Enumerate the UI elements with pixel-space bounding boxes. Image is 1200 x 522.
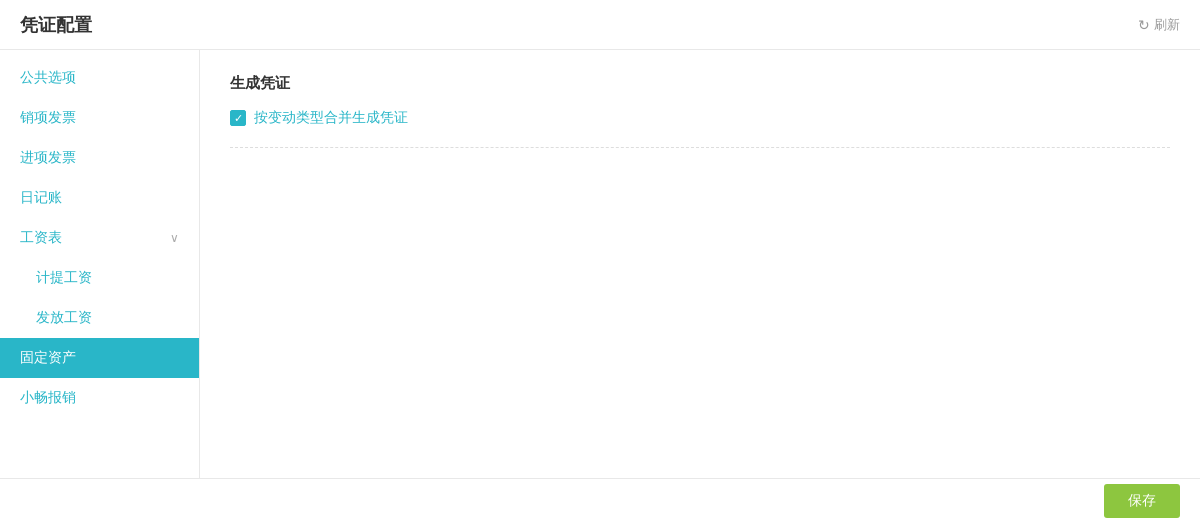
page-title: 凭证配置 — [20, 13, 92, 37]
sidebar-item-label: 公共选项 — [20, 69, 76, 87]
sidebar-item-payroll-table[interactable]: 工资表 ∨ — [0, 218, 199, 258]
sidebar-item-sales-invoice[interactable]: 销项发票 — [0, 98, 199, 138]
main-container: 公共选项 销项发票 进项发票 日记账 工资表 ∨ 计提工资 发放工资 固定资产 … — [0, 50, 1200, 478]
merge-checkbox[interactable] — [230, 110, 246, 126]
chevron-down-icon: ∨ — [170, 231, 179, 245]
sidebar: 公共选项 销项发票 进项发票 日记账 工资表 ∨ 计提工资 发放工资 固定资产 … — [0, 50, 200, 478]
section-divider — [230, 147, 1170, 148]
sidebar-item-journal[interactable]: 日记账 — [0, 178, 199, 218]
sidebar-item-pay-wages[interactable]: 发放工资 — [0, 298, 199, 338]
sidebar-item-label: 固定资产 — [20, 349, 76, 367]
refresh-label: 刷新 — [1154, 16, 1180, 34]
sidebar-item-fixed-assets[interactable]: 固定资产 — [0, 338, 199, 378]
content-area: 生成凭证 按变动类型合并生成凭证 — [200, 50, 1200, 478]
sidebar-item-label: 小畅报销 — [20, 389, 76, 407]
sidebar-item-label: 发放工资 — [36, 309, 92, 327]
checkbox-row: 按变动类型合并生成凭证 — [230, 109, 1170, 127]
sidebar-item-label: 日记账 — [20, 189, 62, 207]
refresh-icon: ↻ — [1138, 17, 1150, 33]
checkbox-label: 按变动类型合并生成凭证 — [254, 109, 408, 127]
footer-bar: 保存 — [0, 478, 1200, 522]
page-header: 凭证配置 ↻ 刷新 — [0, 0, 1200, 50]
sidebar-item-expense-claim[interactable]: 小畅报销 — [0, 378, 199, 418]
sidebar-item-label: 工资表 — [20, 229, 62, 247]
sidebar-item-purchase-invoice[interactable]: 进项发票 — [0, 138, 199, 178]
save-button[interactable]: 保存 — [1104, 484, 1180, 518]
refresh-button[interactable]: ↻ 刷新 — [1138, 16, 1180, 34]
sidebar-item-label: 进项发票 — [20, 149, 76, 167]
section-title: 生成凭证 — [230, 74, 1170, 93]
sidebar-item-label: 销项发票 — [20, 109, 76, 127]
sidebar-item-label: 计提工资 — [36, 269, 92, 287]
sidebar-item-calc-wages[interactable]: 计提工资 — [0, 258, 199, 298]
sidebar-item-public-options[interactable]: 公共选项 — [0, 58, 199, 98]
